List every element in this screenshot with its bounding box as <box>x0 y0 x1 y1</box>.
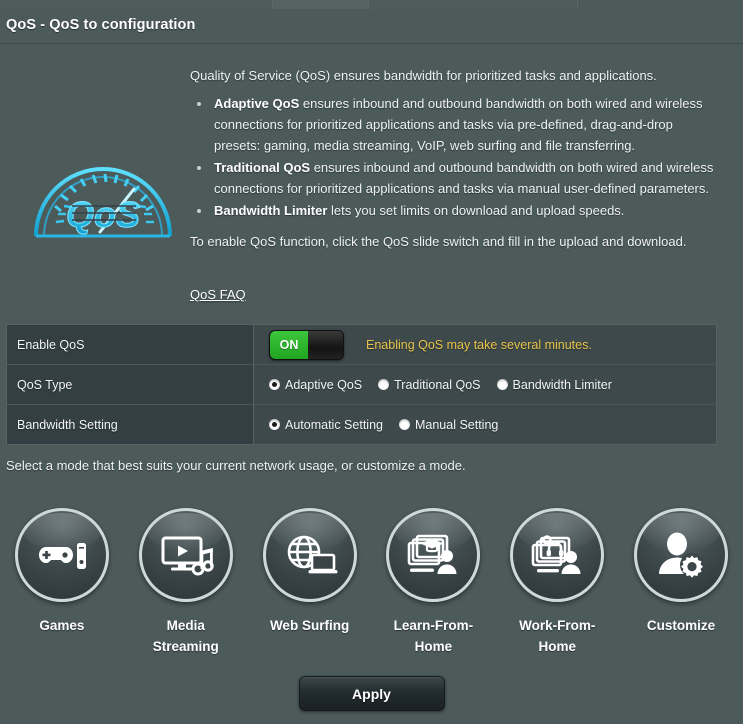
svg-text:QoS: QoS <box>66 194 140 235</box>
radio-adaptive-qos[interactable]: Adaptive QoS <box>269 378 362 392</box>
mode-label: Customize <box>646 618 716 633</box>
mode-item-work-from-home[interactable]: Work-From-Home <box>495 508 619 657</box>
radio-label: Adaptive QoS <box>285 377 363 392</box>
tab-1[interactable] <box>0 0 273 9</box>
radio-mark-icon <box>496 379 508 390</box>
qos-settings-table: Enable QoS ON Enabling QoS may take seve… <box>6 324 717 445</box>
gamepad-console-icon <box>14 508 109 602</box>
mode-item-customize[interactable]: Customize <box>619 508 743 657</box>
mode-item-games[interactable]: Games <box>0 508 124 657</box>
qos-type-radio-group: Adaptive QoS Traditional QoS Bandwidth L… <box>269 378 628 392</box>
enable-qos-value: ON Enabling QoS may take several minutes… <box>254 325 716 364</box>
mode-label: Media Streaming <box>152 618 219 654</box>
intro-text: Quality of Service (QoS) ensures bandwid… <box>190 65 718 259</box>
radio-manual-setting[interactable]: Manual Setting <box>398 417 499 432</box>
mode-label: Web Surfing <box>269 618 350 633</box>
radio-label: Manual Setting <box>414 417 499 432</box>
qos-type-label: QoS Type <box>7 365 254 404</box>
enable-qos-label: Enable QoS <box>7 325 254 364</box>
radio-label: Automatic Setting <box>285 417 383 432</box>
intro-lead: Quality of Service (QoS) ensures bandwid… <box>190 68 657 83</box>
intro-closing: To enable QoS function, click the QoS sl… <box>190 234 687 249</box>
qos-faq-link[interactable]: QoS FAQ <box>190 287 246 302</box>
table-row-qos-type: QoS Type Adaptive QoS Traditional QoS Ba… <box>7 365 716 405</box>
list-item: Bandwidth Limiter lets you set limits on… <box>212 200 718 221</box>
bullet-text: lets you set limits on download and uplo… <box>327 203 625 218</box>
globe-laptop-icon <box>262 508 357 602</box>
mode-item-media-streaming[interactable]: Media Streaming <box>124 508 248 657</box>
radio-mark-icon <box>269 419 280 430</box>
apply-button[interactable]: Apply <box>298 676 445 711</box>
intro-section: QoS Quality of Service (QoS) ensures ban… <box>0 46 743 314</box>
radio-mark-icon <box>378 379 390 390</box>
bandwidth-setting-radio-group: Automatic Setting Manual Setting <box>269 418 514 432</box>
tab-3[interactable] <box>369 0 578 9</box>
person-gear-icon <box>634 508 729 602</box>
tab-strip-spacer <box>578 0 743 9</box>
toggle-knob[interactable] <box>308 330 343 359</box>
mode-label: Learn-From-Home <box>393 618 474 654</box>
radio-bandwidth-limiter[interactable]: Bandwidth Limiter <box>496 377 612 392</box>
toggle-state-label: ON <box>270 330 308 359</box>
bullet-term: Adaptive QoS <box>214 96 300 111</box>
screen-headset-person-icon <box>510 508 605 602</box>
table-row-bandwidth-setting: Bandwidth Setting Automatic Setting Manu… <box>7 405 716 444</box>
footer-actions: Apply <box>0 676 743 711</box>
mode-label: Games <box>39 618 85 633</box>
radio-automatic-setting[interactable]: Automatic Setting <box>269 418 383 432</box>
enable-qos-toggle[interactable]: ON <box>269 329 344 360</box>
radio-traditional-qos[interactable]: Traditional QoS <box>378 377 481 392</box>
page-header: QoS - QoS to configuration <box>0 9 743 44</box>
mode-selector: Games Media Streaming Web Surfing Learn-… <box>0 508 743 657</box>
list-item: Adaptive QoS ensures inbound and outboun… <box>212 93 718 156</box>
mode-label: Work-From-Home <box>519 618 596 654</box>
bandwidth-setting-value: Automatic Setting Manual Setting <box>254 405 716 444</box>
top-tab-strip <box>0 0 743 9</box>
table-row-enable-qos: Enable QoS ON Enabling QoS may take seve… <box>7 325 716 365</box>
radio-label: Bandwidth Limiter <box>512 377 612 392</box>
qos-speedometer-logo: QoS <box>28 144 178 244</box>
screen-graduation-person-icon <box>386 508 481 602</box>
mode-selection-hint: Select a mode that best suits your curre… <box>6 458 466 473</box>
bandwidth-setting-label: Bandwidth Setting <box>7 405 254 444</box>
monitor-play-music-icon <box>138 508 233 602</box>
radio-label: Traditional QoS <box>394 377 481 392</box>
enable-qos-hint: Enabling QoS may take several minutes. <box>366 337 592 352</box>
bullet-term: Traditional QoS <box>214 160 311 175</box>
tab-2-active[interactable] <box>273 0 369 9</box>
mode-item-learn-from-home[interactable]: Learn-From-Home <box>371 508 495 657</box>
mode-item-web-surfing[interactable]: Web Surfing <box>248 508 372 657</box>
radio-mark-icon <box>398 419 410 430</box>
page-title: QoS - QoS to configuration <box>6 17 196 33</box>
qos-type-value: Adaptive QoS Traditional QoS Bandwidth L… <box>254 365 716 404</box>
list-item: Traditional QoS ensures inbound and outb… <box>212 157 718 199</box>
qos-feature-list: Adaptive QoS ensures inbound and outboun… <box>190 93 718 221</box>
bullet-term: Bandwidth Limiter <box>214 203 328 218</box>
radio-mark-icon <box>269 379 280 390</box>
